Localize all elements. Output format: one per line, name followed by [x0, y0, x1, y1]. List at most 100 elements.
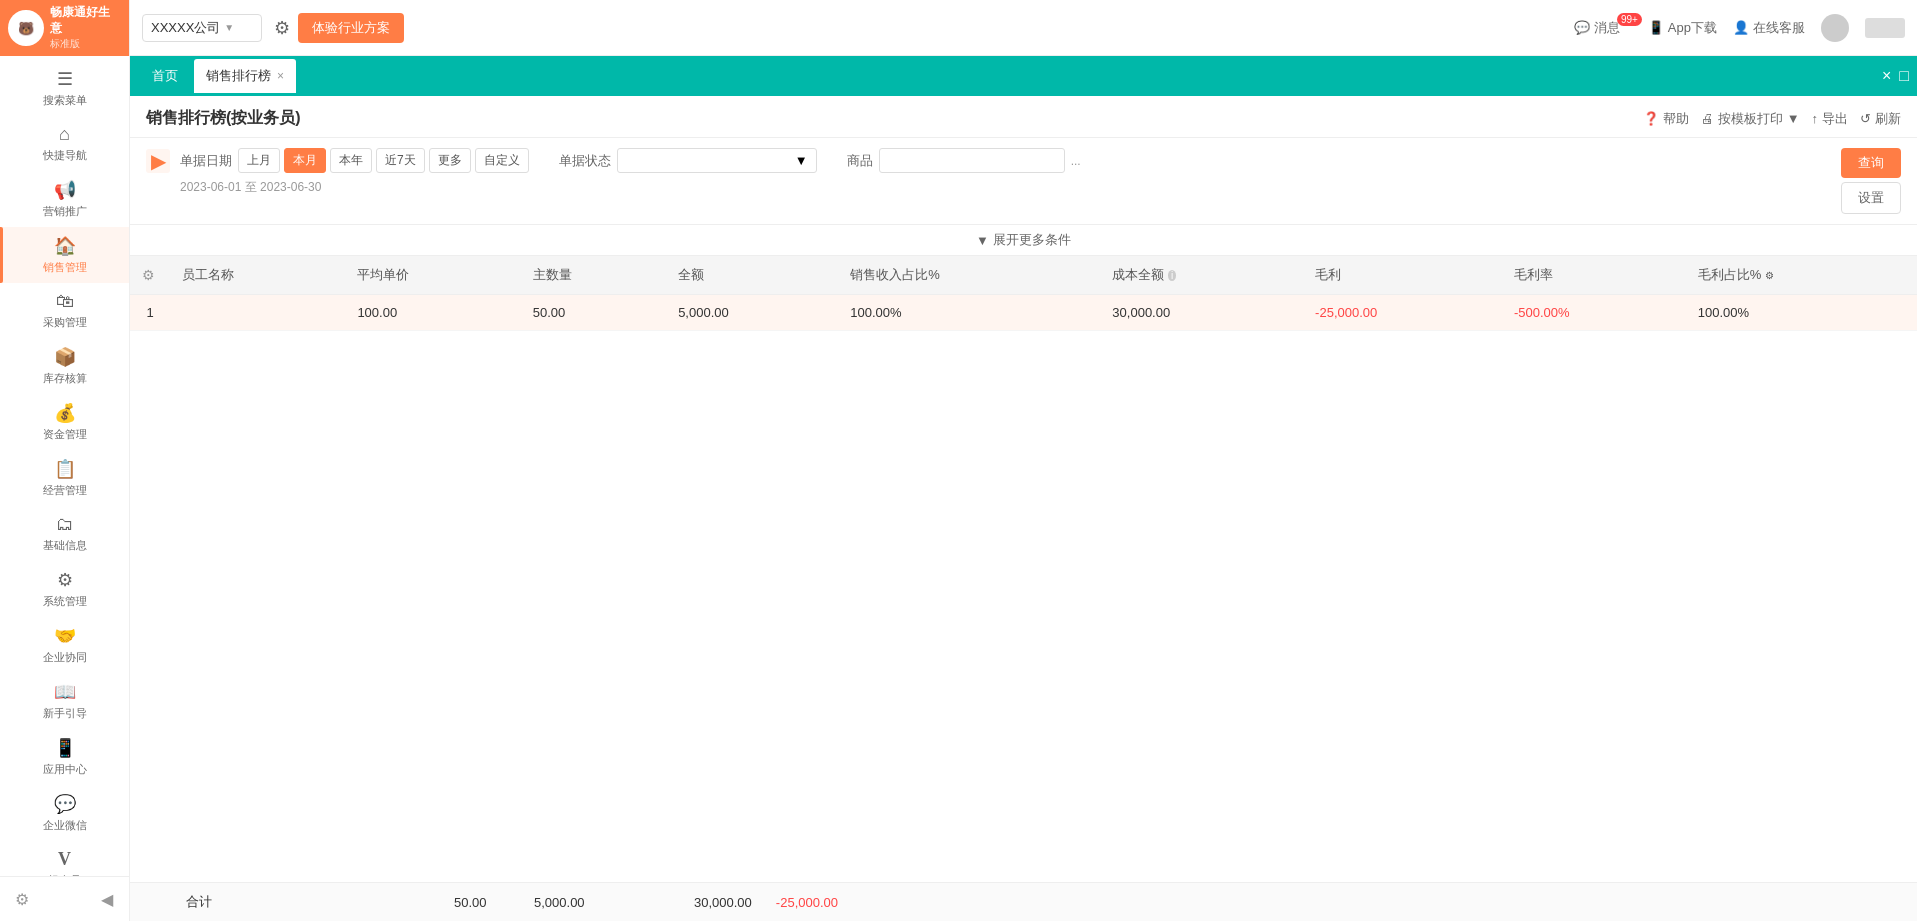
- column-settings-icon[interactable]: ⚙: [142, 267, 155, 283]
- window-maximize-icon[interactable]: □: [1899, 67, 1909, 85]
- sidebar-collapse-button[interactable]: ◀: [93, 885, 121, 913]
- filter-date-item: 单据日期 上月 本月 本年 近7天 更多 自定义: [180, 148, 529, 173]
- sidebar-item-purchase[interactable]: 🛍 采购管理: [0, 283, 129, 338]
- inventory-icon: 📦: [54, 346, 76, 368]
- logo-title: 畅康通好生意: [50, 5, 121, 36]
- finance-icon: 💰: [54, 402, 76, 424]
- cell-avg-price: 100.00: [345, 295, 520, 331]
- footer-cost: 30,000.00: [682, 895, 764, 910]
- sidebar-item-system[interactable]: ⚙ 系统管理: [0, 561, 129, 617]
- export-button[interactable]: ↑ 导出: [1812, 110, 1849, 128]
- message-icon: 💬: [1574, 20, 1590, 35]
- expand-more-button[interactable]: ▼ 展开更多条件: [976, 231, 1071, 249]
- tab-home[interactable]: 首页: [138, 59, 192, 93]
- sidebar-item-search[interactable]: ☰ 搜索菜单: [0, 60, 129, 116]
- online-service-icon: 👤: [1733, 20, 1749, 35]
- logo-subtitle: 标准版: [50, 37, 121, 51]
- tab-sales-ranking[interactable]: 销售排行榜 ×: [194, 59, 296, 93]
- date-btn-more[interactable]: 更多: [429, 148, 471, 173]
- filter-row-1: ▶ 单据日期 上月 本月 本年 近7天 更多 自定义: [146, 148, 1825, 173]
- sidebar-item-finance[interactable]: 💰 资金管理: [0, 394, 129, 450]
- sidebar-item-membership[interactable]: V 畅会员: [0, 841, 129, 876]
- sidebar: 🐻 畅康通好生意 标准版 ☰ 搜索菜单 ⌂ 快捷导航 📢 营销推广 🏠 销售管理…: [0, 0, 130, 921]
- operation-icon: 📋: [54, 458, 76, 480]
- page-title: 销售排行榜(按业务员): [146, 108, 301, 129]
- help-button[interactable]: ❓ 帮助: [1643, 110, 1689, 128]
- cell-rank: 1: [130, 295, 170, 331]
- sidebar-item-label: 搜索菜单: [43, 93, 87, 108]
- industry-solution-button[interactable]: 体验行业方案: [298, 13, 404, 43]
- avatar[interactable]: [1821, 14, 1849, 42]
- cell-gross-rate: -500.00%: [1502, 295, 1686, 331]
- filter-main: ▶ 单据日期 上月 本月 本年 近7天 更多 自定义: [146, 148, 1825, 196]
- footer-quantity: 50.00: [442, 895, 522, 910]
- cell-sales-pct: 100.00%: [838, 295, 1100, 331]
- sidebar-item-quick-nav[interactable]: ⌂ 快捷导航: [0, 116, 129, 171]
- status-dropdown-icon: ▼: [795, 153, 808, 168]
- goods-more-link[interactable]: ...: [1071, 154, 1081, 168]
- topbar-right: 💬 消息 99+ 📱 App下载 👤 在线客服: [1574, 14, 1905, 42]
- enterprise-wechat-icon: 💬: [54, 793, 76, 815]
- sidebar-item-app-center[interactable]: 📱 应用中心: [0, 729, 129, 785]
- basic-info-icon: 🗂: [56, 514, 74, 535]
- app-download-button[interactable]: 📱 App下载: [1648, 19, 1717, 37]
- settings-button[interactable]: 设置: [1841, 182, 1901, 214]
- sidebar-item-enterprise-collab[interactable]: 🤝 企业协同: [0, 617, 129, 673]
- export-icon: ↑: [1812, 111, 1819, 126]
- template-print-button[interactable]: 🖨 按模板打印 ▼: [1701, 110, 1800, 128]
- window-close-icon[interactable]: ×: [1882, 67, 1891, 85]
- topbar: XXXXX公司 ▼ ⚙ 体验行业方案 💬 消息 99+ 📱 App下载 👤 在线…: [130, 0, 1917, 56]
- sidebar-item-enterprise-wechat[interactable]: 💬 企业微信: [0, 785, 129, 841]
- company-name: XXXXX公司: [151, 19, 220, 37]
- sidebar-item-inventory[interactable]: 📦 库存核算: [0, 338, 129, 394]
- sidebar-item-sales[interactable]: 🏠 销售管理: [0, 227, 129, 283]
- date-btn-7days[interactable]: 近7天: [376, 148, 425, 173]
- tab-sales-ranking-label: 销售排行榜: [206, 67, 271, 85]
- filter-date-range-row: 2023-06-01 至 2023-06-30: [146, 179, 1825, 196]
- table-row: 1 100.00 50.00 5,000.00 100.00% 30,000.0…: [130, 295, 1917, 331]
- date-btn-last-month[interactable]: 上月: [238, 148, 280, 173]
- cell-amount: 5,000.00: [666, 295, 838, 331]
- sidebar-item-beginner-guide[interactable]: 📖 新手引导: [0, 673, 129, 729]
- table-area: ⚙ 员工名称 平均单价 主数量 全额 销售收入占比% 成本全额 i 毛利 毛利率…: [130, 256, 1917, 921]
- filter-collapse-button[interactable]: ▶: [146, 149, 170, 173]
- sidebar-item-basic-info[interactable]: 🗂 基础信息: [0, 506, 129, 561]
- filter-row-wrapper: ▶ 单据日期 上月 本月 本年 近7天 更多 自定义: [146, 148, 1901, 214]
- table-header-row: ⚙ 员工名称 平均单价 主数量 全额 销售收入占比% 成本全额 i 毛利 毛利率…: [130, 256, 1917, 295]
- sidebar-footer: ⚙ ◀: [0, 876, 129, 921]
- cell-name: [170, 295, 345, 331]
- page-content: 销售排行榜(按业务员) ❓ 帮助 🖨 按模板打印 ▼ ↑ 导出 ↺ 刷新: [130, 96, 1917, 921]
- sidebar-item-marketing[interactable]: 📢 营销推广: [0, 171, 129, 227]
- sidebar-item-operation[interactable]: 📋 经营管理: [0, 450, 129, 506]
- online-service-button[interactable]: 👤 在线客服: [1733, 19, 1805, 37]
- cell-gross-pct: 100.00%: [1686, 295, 1917, 331]
- refresh-button[interactable]: ↺ 刷新: [1860, 110, 1901, 128]
- tab-close-button[interactable]: ×: [277, 69, 284, 83]
- date-btn-this-month[interactable]: 本月: [284, 148, 326, 173]
- th-gross: 毛利: [1303, 256, 1502, 295]
- topbar-settings-icon[interactable]: ⚙: [274, 17, 290, 39]
- help-icon: ❓: [1643, 111, 1659, 126]
- sales-icon: 🏠: [54, 235, 76, 257]
- filter-goods-item: 商品 ...: [847, 148, 1081, 173]
- filter-action-buttons: 查询 设置: [1833, 148, 1901, 214]
- page-header: 销售排行榜(按业务员) ❓ 帮助 🖨 按模板打印 ▼ ↑ 导出 ↺ 刷新: [130, 96, 1917, 138]
- filter-expand-bar: ▼ 展开更多条件: [130, 225, 1917, 256]
- table-footer: 合计 50.00 5,000.00 30,000.00 -25,000.00: [130, 882, 1917, 921]
- th-sales-pct: 销售收入占比%: [838, 256, 1100, 295]
- query-button[interactable]: 查询: [1841, 148, 1901, 178]
- th-settings[interactable]: ⚙: [130, 256, 170, 295]
- sidebar-settings-button[interactable]: ⚙: [8, 885, 36, 913]
- goods-input[interactable]: [879, 148, 1065, 173]
- sidebar-logo: 🐻 畅康通好生意 标准版: [0, 0, 129, 56]
- message-button[interactable]: 💬 消息 99+: [1574, 19, 1632, 37]
- date-btn-this-year[interactable]: 本年: [330, 148, 372, 173]
- app-center-icon: 📱: [54, 737, 76, 759]
- company-selector[interactable]: XXXXX公司 ▼: [142, 14, 262, 42]
- cell-gross: -25,000.00: [1303, 295, 1502, 331]
- status-select[interactable]: ▼: [617, 148, 817, 173]
- th-gross-rate: 毛利率: [1502, 256, 1686, 295]
- status-label: 单据状态: [559, 152, 611, 170]
- date-btn-custom[interactable]: 自定义: [475, 148, 529, 173]
- th-cost: 成本全额 i: [1100, 256, 1303, 295]
